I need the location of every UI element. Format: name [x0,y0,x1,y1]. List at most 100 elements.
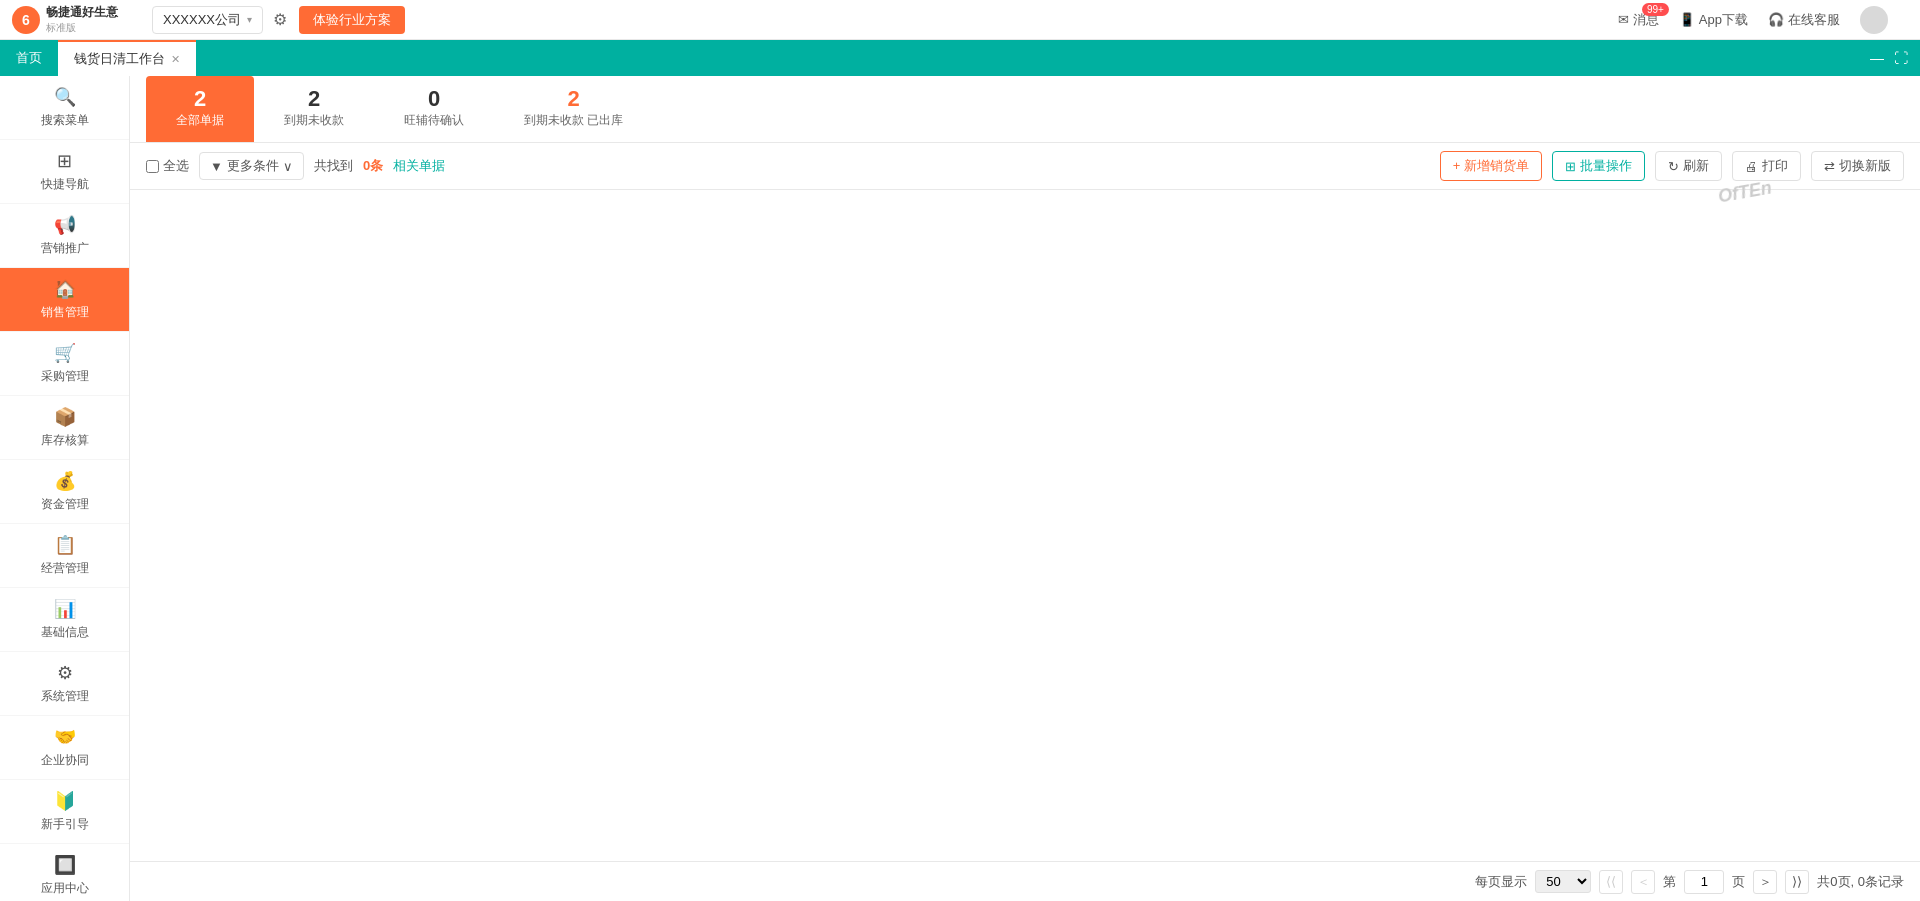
sidebar-item-label: 销售管理 [41,304,89,321]
toolbar-right: + 新增销货单 ⊞ 批量操作 ↻ 刷新 🖨 打印 ⇄ 切换新版 [1440,151,1904,181]
total-label: 共0页, 0条记录 [1817,873,1904,891]
sidebar-item-purchase[interactable]: 🛒 采购管理 [0,332,129,396]
batch-operation-button[interactable]: ⊞ 批量操作 [1552,151,1645,181]
filter-icon: ▼ [210,159,223,174]
home-icon: 🏠 [54,278,76,300]
nav-minimize-icon[interactable]: — [1870,50,1884,66]
switch-version-button[interactable]: ⇄ 切换新版 [1811,151,1904,181]
stat-num-shipped: 2 [568,86,580,112]
close-icon[interactable]: ✕ [171,53,180,66]
select-all-checkbox[interactable]: 全选 [146,157,189,175]
next-page-button[interactable]: ＞ [1753,870,1777,894]
logo-icon: 6 [12,6,40,34]
sidebar-item-marketing[interactable]: 📢 营销推广 [0,204,129,268]
sidebar-item-basic[interactable]: 📊 基础信息 [0,588,129,652]
sidebar-item-label: 库存核算 [41,432,89,449]
settings-icon[interactable]: ⚙ [273,10,287,29]
batch-label: 批量操作 [1580,157,1632,175]
logo-area: 6 畅捷通好生意 标准版 [12,4,142,35]
megaphone-icon: 📢 [54,214,76,236]
page-label2: 页 [1732,873,1745,891]
sidebar-item-guide[interactable]: 🔰 新手引导 [0,780,129,844]
cart-icon: 🛒 [54,342,76,364]
first-page-button[interactable]: ⟨⟨ [1599,870,1623,894]
sidebar-item-sales[interactable]: 🏠 销售管理 [0,268,129,332]
guide-icon: 🔰 [54,790,76,812]
stat-label-shipped: 到期未收款 已出库 [524,112,623,129]
sidebar-item-label: 资金管理 [41,496,89,513]
sidebar-item-search[interactable]: 🔍 搜索菜单 [0,76,129,140]
sidebar-item-label: 采购管理 [41,368,89,385]
filter-label: 更多条件 [227,157,279,175]
avatar[interactable] [1860,6,1888,34]
page-input[interactable] [1684,870,1724,894]
refresh-button[interactable]: ↻ 刷新 [1655,151,1722,181]
stat-tab-shipped[interactable]: 2 到期未收款 已出库 [494,76,653,142]
money-icon: 💰 [54,470,76,492]
stat-tab-wangfu[interactable]: 0 旺辅待确认 [374,76,494,142]
page-size-select[interactable]: 50 100 200 [1535,870,1591,893]
page-label: 第 [1663,873,1676,891]
message-icon: ✉ [1618,12,1629,27]
sidebar-item-label: 应用中心 [41,880,89,897]
sidebar: 🔍 搜索菜单 ⊞ 快捷导航 📢 营销推广 🏠 销售管理 🛒 采购管理 📦 库存核… [0,76,130,901]
stat-tab-all[interactable]: 2 全部单据 [146,76,254,142]
sidebar-item-label: 快捷导航 [41,176,89,193]
app-download-item[interactable]: 📱 App下载 [1679,11,1748,29]
toolbar: 全选 ▼ 更多条件 ∨ 共找到 0条 相关单据 + 新增销货单 ⊞ 批量操作 ↻ [130,143,1920,190]
found-prefix: 共找到 [314,157,353,175]
stat-num-all: 2 [194,86,206,112]
online-service-label: 在线客服 [1788,11,1840,29]
company-name: XXXXXX公司 [163,11,241,29]
pagination: 每页显示 50 100 200 ⟨⟨ ＜ 第 页 ＞ ⟩⟩ 共0页, 0条记录 [130,861,1920,901]
search-icon: 🔍 [54,86,76,108]
sidebar-item-label: 新手引导 [41,816,89,833]
sidebar-item-label: 系统管理 [41,688,89,705]
app-download-icon: 📱 [1679,12,1695,27]
nav-maximize-icon[interactable]: ⛶ [1894,50,1908,66]
stat-num-wangfu: 0 [428,86,440,112]
sidebar-item-coop[interactable]: 🤝 企业协同 [0,716,129,780]
online-service-item[interactable]: 🎧 在线客服 [1768,11,1840,29]
nav-right: — ⛶ [1870,40,1920,76]
company-selector[interactable]: XXXXXX公司 ▾ [152,6,263,34]
sidebar-item-finance[interactable]: 💰 资金管理 [0,460,129,524]
sidebar-item-label: 搜索菜单 [41,112,89,129]
batch-icon: ⊞ [1565,159,1576,174]
last-page-button[interactable]: ⟩⟩ [1785,870,1809,894]
messages-item[interactable]: ✉ 消息 99+ [1618,11,1659,29]
handshake-icon: 🤝 [54,726,76,748]
sidebar-item-management[interactable]: 📋 经营管理 [0,524,129,588]
clipboard-icon: 📋 [54,534,76,556]
sidebar-item-label: 基础信息 [41,624,89,641]
stat-tab-overdue[interactable]: 2 到期未收款 [254,76,374,142]
print-button[interactable]: 🖨 打印 [1732,151,1801,181]
sidebar-item-quicknav[interactable]: ⊞ 快捷导航 [0,140,129,204]
sidebar-item-label: 企业协同 [41,752,89,769]
logo-text: 畅捷通好生意 标准版 [46,4,118,35]
sidebar-item-apps[interactable]: 🔲 应用中心 [0,844,129,901]
tab-home[interactable]: 首页 [0,40,58,76]
found-suffix: 相关单据 [393,157,445,175]
box-icon: 📦 [54,406,76,428]
tab-workbench[interactable]: 钱货日清工作台 ✕ [58,40,196,76]
grid-icon: ⊞ [57,150,72,172]
chart-icon: 📊 [54,598,76,620]
page-size-label: 每页显示 [1475,873,1527,891]
found-count: 0条 [363,157,383,175]
sidebar-item-system[interactable]: ⚙ 系统管理 [0,652,129,716]
stat-label-overdue: 到期未收款 [284,112,344,129]
apps-icon: 🔲 [54,854,76,876]
filter-button[interactable]: ▼ 更多条件 ∨ [199,152,304,180]
sidebar-item-inventory[interactable]: 📦 库存核算 [0,396,129,460]
switch-label: 切换新版 [1839,157,1891,175]
select-all-input[interactable] [146,160,159,173]
stat-label-all: 全部单据 [176,112,224,129]
sidebar-item-label: 营销推广 [41,240,89,257]
refresh-label: 刷新 [1683,157,1709,175]
add-sales-order-button[interactable]: + 新增销货单 [1440,151,1542,181]
experience-button[interactable]: 体验行业方案 [299,6,405,34]
switch-icon: ⇄ [1824,159,1835,174]
prev-page-button[interactable]: ＜ [1631,870,1655,894]
sidebar-item-label: 经营管理 [41,560,89,577]
